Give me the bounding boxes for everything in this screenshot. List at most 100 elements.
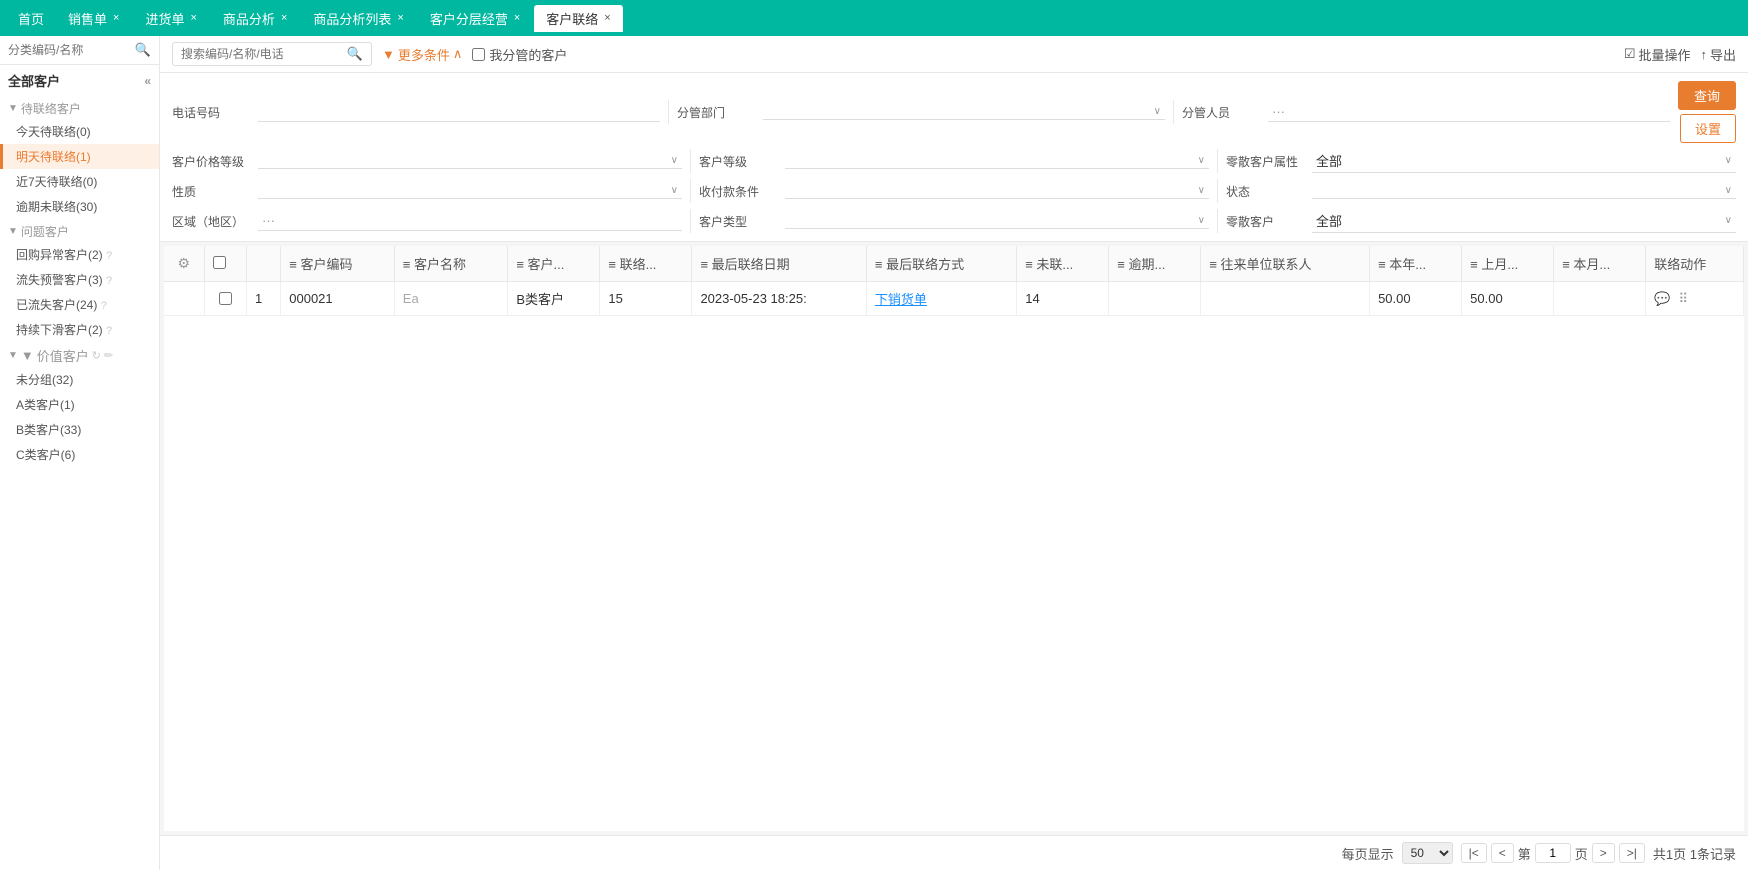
- col-settings[interactable]: ⚙: [164, 246, 204, 282]
- col-overdue[interactable]: ≡ 逾期...: [1109, 246, 1201, 282]
- filter-gender-select[interactable]: ∨: [258, 183, 682, 199]
- my-customers-check[interactable]: 我分管的客户: [472, 45, 567, 64]
- row-checkbox[interactable]: [219, 292, 232, 305]
- sidebar-item-class-c[interactable]: C类客户(6): [0, 442, 159, 467]
- table-row: 1 000021 Ea B类客户 15 2023-05-23 18:25: 下销…: [164, 282, 1744, 316]
- table-area: ⚙ ≡ 客户编码 ≡ 客户名称 ≡ 客户... ≡ 联: [164, 246, 1744, 831]
- col-checkbox[interactable]: [204, 246, 246, 282]
- col-type[interactable]: ≡ 客户...: [508, 246, 600, 282]
- close-purchase-icon[interactable]: ×: [190, 12, 196, 24]
- sidebar-item-today[interactable]: 今天待联络(0): [0, 119, 159, 144]
- sidebar-item-ungrouped[interactable]: 未分组(32): [0, 367, 159, 392]
- select-all-checkbox[interactable]: [213, 256, 226, 269]
- sidebar-search-input[interactable]: [8, 43, 131, 57]
- filter-region: 区域（地区） ···: [172, 211, 682, 231]
- col-uncontacted[interactable]: ≡ 未联...: [1017, 246, 1109, 282]
- cell-last-method[interactable]: 下销货单: [866, 282, 1016, 316]
- sidebar-search-wrap: 🔍: [0, 36, 159, 65]
- filter-phone-input[interactable]: [258, 103, 660, 122]
- filter-customer-type-select[interactable]: ∨: [785, 213, 1209, 229]
- sidebar-item-declining[interactable]: 持续下滑客户(2) ?: [0, 317, 159, 342]
- col-name[interactable]: ≡ 客户名称: [394, 246, 508, 282]
- sidebar-item-repurchase-abnormal[interactable]: 回购异常客户(2) ?: [0, 242, 159, 267]
- close-product-analysis-icon[interactable]: ×: [281, 12, 287, 24]
- all-customers-header[interactable]: 全部客户 «: [0, 65, 159, 96]
- batch-ops-btn[interactable]: ☑ 批量操作: [1624, 45, 1691, 64]
- value-refresh-icon[interactable]: ↻: [92, 349, 101, 362]
- cell-last-date: 2023-05-23 18:25:: [692, 282, 866, 316]
- region-dots[interactable]: ···: [262, 213, 275, 228]
- filter-actions: 查询 设置: [1678, 81, 1736, 143]
- search-input[interactable]: [181, 47, 343, 61]
- action-grid-icon[interactable]: ⠿: [1678, 291, 1688, 307]
- dept-arrow-icon: ∨: [1154, 106, 1161, 117]
- export-btn[interactable]: ↑ 导出: [1700, 45, 1736, 64]
- sidebar-search-icon[interactable]: 🔍: [135, 42, 151, 58]
- nav-item-product-analysis[interactable]: 商品分析 ×: [211, 5, 299, 32]
- col-action[interactable]: 联络动作: [1646, 246, 1744, 282]
- price-level-arrow: ∨: [671, 155, 678, 166]
- sidebar-group-problem: 问题客户: [0, 219, 159, 242]
- filter-customer-level-select[interactable]: ∨: [785, 153, 1209, 169]
- filter-more-btn[interactable]: ▼ 更多条件 ∧: [382, 45, 462, 64]
- filter-payment-select[interactable]: ∨: [785, 183, 1209, 199]
- sidebar-item-7days[interactable]: 近7天待联络(0): [0, 169, 159, 194]
- next-page-btn[interactable]: >: [1592, 843, 1615, 863]
- filter-retail-attr-select[interactable]: 全部 ∨: [1312, 149, 1736, 173]
- filter-price-level: 客户价格等级 ∨: [172, 153, 682, 170]
- query-button[interactable]: 查询: [1678, 81, 1736, 110]
- sidebar-item-tomorrow[interactable]: 明天待联络(1): [0, 144, 159, 169]
- per-page-select[interactable]: 50 100 200: [1402, 842, 1453, 864]
- col-contact-count[interactable]: ≡ 联络...: [600, 246, 692, 282]
- prev-page-btn[interactable]: <: [1491, 843, 1514, 863]
- sidebar-item-class-a[interactable]: A类客户(1): [0, 392, 159, 417]
- cell-checkbox[interactable]: [204, 282, 246, 316]
- nav-item-customer-contact[interactable]: 客户联络 ×: [534, 5, 622, 32]
- sidebar-item-overdue[interactable]: 逾期未联络(30): [0, 194, 159, 219]
- filter-status-select[interactable]: ∨: [1312, 183, 1736, 199]
- col-last-date[interactable]: ≡ 最后联络日期: [692, 246, 866, 282]
- cell-company-contact: [1201, 282, 1370, 316]
- close-product-list-icon[interactable]: ×: [397, 12, 403, 24]
- close-customer-contact-icon[interactable]: ×: [604, 12, 610, 24]
- nav-home[interactable]: 首页: [8, 5, 54, 32]
- filter-row-2: 客户价格等级 ∨ 客户等级 ∨ 零散客户属性 全部: [172, 149, 1736, 173]
- filter-retail-customer-select[interactable]: 全部 ∨: [1312, 209, 1736, 233]
- sidebar-item-churned[interactable]: 已流失客户(24) ?: [0, 292, 159, 317]
- close-customer-ops-icon[interactable]: ×: [514, 12, 520, 24]
- set-button[interactable]: 设置: [1680, 114, 1736, 143]
- page-number-input[interactable]: [1535, 843, 1571, 863]
- col-this-month[interactable]: ≡ 本月...: [1554, 246, 1646, 282]
- col-last-method[interactable]: ≡ 最后联络方式: [866, 246, 1016, 282]
- close-sales-icon[interactable]: ×: [113, 12, 119, 24]
- nav-item-product-list[interactable]: 商品分析列表 ×: [301, 5, 415, 32]
- my-customers-checkbox[interactable]: [472, 48, 485, 61]
- sidebar-item-churn-warning[interactable]: 流失预警客户(3) ?: [0, 267, 159, 292]
- cell-overdue: [1109, 282, 1201, 316]
- filter-price-level-select[interactable]: ∨: [258, 153, 682, 169]
- filter-customer-type: 客户类型 ∨: [699, 213, 1209, 230]
- col-company-contact[interactable]: ≡ 往来单位联系人: [1201, 246, 1370, 282]
- sidebar-item-class-b[interactable]: B类客户(33): [0, 417, 159, 442]
- col-last-month[interactable]: ≡ 上月...: [1462, 246, 1554, 282]
- gender-arrow: ∨: [671, 185, 678, 196]
- col-code[interactable]: ≡ 客户编码: [281, 246, 395, 282]
- nav-item-sales[interactable]: 销售单 ×: [56, 5, 131, 32]
- per-page-label: 每页显示: [1342, 844, 1394, 863]
- search-bar-icon[interactable]: 🔍: [347, 46, 363, 62]
- nav-item-purchase[interactable]: 进货单 ×: [133, 5, 208, 32]
- col-this-year[interactable]: ≡ 本年...: [1370, 246, 1462, 282]
- filter-region-select[interactable]: ···: [258, 211, 682, 231]
- filter-phone: 电话号码: [172, 103, 660, 122]
- first-page-btn[interactable]: |<: [1461, 843, 1487, 863]
- action-chat-icon[interactable]: 💬: [1654, 291, 1670, 307]
- collapse-icon: «: [144, 74, 151, 88]
- value-edit-icon[interactable]: ✏: [104, 349, 113, 362]
- last-page-btn[interactable]: >|: [1619, 843, 1645, 863]
- filter-dept-select[interactable]: ∨: [763, 104, 1165, 120]
- cell-last-month: 50.00: [1462, 282, 1554, 316]
- status-arrow: ∨: [1725, 185, 1732, 196]
- filter-person-select[interactable]: ···: [1268, 102, 1670, 122]
- nav-item-customer-ops[interactable]: 客户分层经营 ×: [418, 5, 532, 32]
- person-dots[interactable]: ···: [1272, 104, 1285, 119]
